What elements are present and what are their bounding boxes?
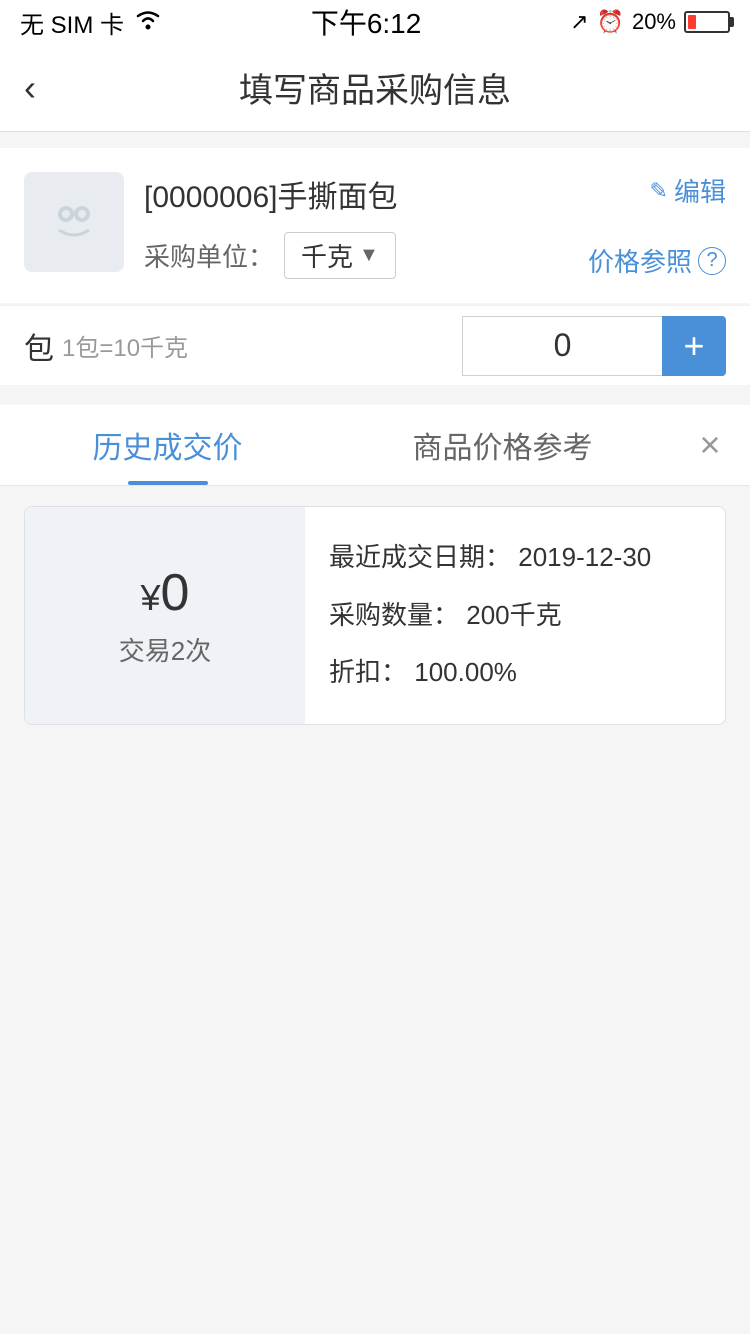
tab-history-price-label: 历史成交价 bbox=[93, 423, 243, 467]
close-button[interactable]: × bbox=[670, 405, 750, 485]
unit-select[interactable]: 千克 ▼ bbox=[284, 232, 396, 279]
purchase-qty-label: 采购数量： bbox=[329, 600, 459, 630]
history-detail-section: 最近成交日期： 2019-12-30 采购数量： 200千克 折扣： 100.0… bbox=[305, 507, 725, 724]
product-card: [0000006]手撕面包 采购单位： 千克 ▼ ✎ 编辑 价格参照 ? bbox=[0, 148, 750, 303]
location-icon: ↗ bbox=[570, 9, 588, 35]
page-title: 填写商品采购信息 bbox=[239, 63, 511, 112]
back-button[interactable]: ‹ bbox=[24, 67, 36, 109]
product-image bbox=[24, 172, 124, 272]
edit-button[interactable]: ✎ 编辑 bbox=[650, 172, 726, 209]
quantity-plus-button[interactable]: + bbox=[662, 316, 726, 376]
tab-product-price-ref[interactable]: 商品价格参考 bbox=[335, 405, 670, 485]
price-ref-button[interactable]: 价格参照 ? bbox=[588, 242, 726, 279]
help-icon: ? bbox=[698, 247, 726, 275]
purchase-qty-row: 采购数量： 200千克 bbox=[329, 595, 701, 637]
discount-label: 折扣： bbox=[329, 657, 407, 687]
currency-symbol: ¥ bbox=[141, 577, 161, 618]
unit-value: 千克 bbox=[301, 237, 353, 274]
quantity-input[interactable]: 0 bbox=[462, 316, 662, 376]
unit-name: 包 bbox=[24, 324, 54, 368]
battery-percent: 20% bbox=[632, 9, 676, 35]
quantity-value: 0 bbox=[554, 327, 572, 364]
history-content: ¥0 交易2次 最近成交日期： 2019-12-30 采购数量： 200千克 折… bbox=[0, 486, 750, 745]
product-name: [0000006]手撕面包 bbox=[144, 172, 726, 216]
status-right: ↗ ⏰ 20% bbox=[570, 9, 730, 35]
price-value: 0 bbox=[161, 564, 190, 622]
tabs-bar: 历史成交价 商品价格参考 × bbox=[0, 405, 750, 486]
discount-value: 100.00% bbox=[414, 657, 517, 687]
unit-label: 采购单位： bbox=[144, 237, 274, 274]
network-label: 无 SIM 卡 bbox=[20, 5, 124, 40]
wifi-icon bbox=[134, 8, 162, 37]
quantity-control: 0 + bbox=[462, 316, 726, 376]
battery-icon bbox=[684, 11, 730, 33]
navigation-bar: ‹ 填写商品采购信息 bbox=[0, 44, 750, 132]
recent-date-row: 最近成交日期： 2019-12-30 bbox=[329, 537, 701, 579]
history-price-section: ¥0 交易2次 bbox=[25, 507, 305, 724]
tab-product-price-ref-label: 商品价格参考 bbox=[413, 423, 593, 467]
edit-label: 编辑 bbox=[674, 172, 726, 209]
history-price: ¥0 bbox=[141, 563, 190, 623]
purchase-qty-value: 200千克 bbox=[466, 600, 561, 630]
price-ref-label: 价格参照 bbox=[588, 242, 692, 279]
unit-hint: 1包=10千克 bbox=[62, 328, 188, 363]
time-label: 下午6:12 bbox=[311, 2, 422, 42]
recent-date-value: 2019-12-30 bbox=[518, 542, 651, 572]
edit-icon: ✎ bbox=[650, 178, 668, 204]
trade-count: 交易2次 bbox=[119, 631, 211, 668]
history-card: ¥0 交易2次 最近成交日期： 2019-12-30 采购数量： 200千克 折… bbox=[24, 506, 726, 725]
quantity-row: 包 1包=10千克 0 + bbox=[0, 305, 750, 385]
status-bar: 无 SIM 卡 下午6:12 ↗ ⏰ 20% bbox=[0, 0, 750, 44]
alarm-icon: ⏰ bbox=[597, 9, 624, 35]
recent-date-label: 最近成交日期： bbox=[329, 542, 511, 572]
status-left: 无 SIM 卡 bbox=[20, 5, 162, 40]
tab-history-price[interactable]: 历史成交价 bbox=[0, 405, 335, 485]
quantity-label-group: 包 1包=10千克 bbox=[24, 324, 188, 368]
dropdown-arrow-icon: ▼ bbox=[359, 244, 379, 267]
discount-row: 折扣： 100.00% bbox=[329, 652, 701, 694]
